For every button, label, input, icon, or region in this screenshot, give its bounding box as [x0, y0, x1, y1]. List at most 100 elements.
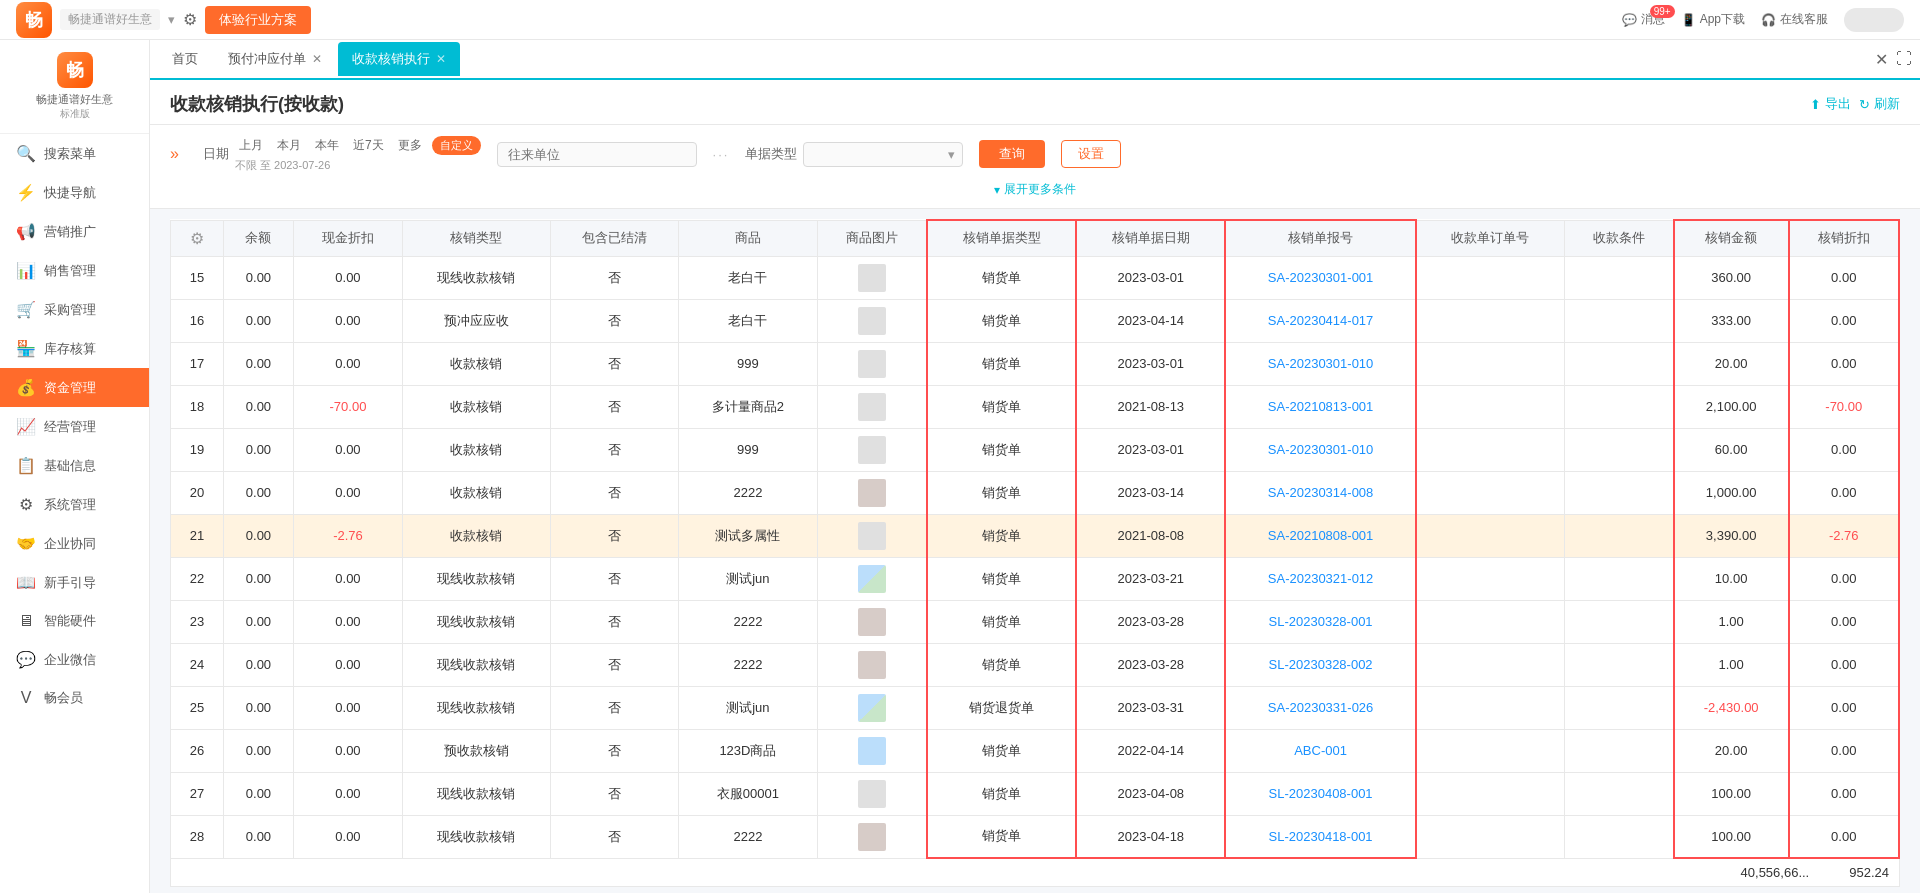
refresh-button[interactable]: ↻ 刷新: [1859, 95, 1900, 113]
cell-bill-report-date: 2023-03-01: [1076, 256, 1225, 299]
cell-cancel-type: 收款核销: [402, 471, 550, 514]
date-more[interactable]: 更多: [394, 135, 426, 156]
cell-cash-discount: -70.00: [294, 385, 403, 428]
bill-report-no-link[interactable]: SA-20230301-010: [1268, 442, 1374, 457]
sidebar-item-system[interactable]: ⚙ 系统管理: [0, 485, 149, 524]
header-actions: ⬆ 导出 ↻ 刷新: [1810, 95, 1900, 113]
cell-bill-report-date: 2021-08-08: [1076, 514, 1225, 557]
cell-row-no: 17: [171, 342, 224, 385]
sidebar-item-quicknav[interactable]: ⚡ 快捷导航: [0, 173, 149, 212]
sidebar-item-hardware[interactable]: 🖥 智能硬件: [0, 602, 149, 640]
app-download-btn[interactable]: 📱 App下载: [1681, 11, 1745, 28]
bill-report-no-link[interactable]: SA-20210808-001: [1268, 528, 1374, 543]
table-row: 15 0.00 0.00 现线收款核销 否 老白干 销货单 2023-03-01…: [171, 256, 1900, 299]
sidebar-item-purchase[interactable]: 🛒 采购管理: [0, 290, 149, 329]
cell-bill-report-date: 2023-04-08: [1076, 772, 1225, 815]
cell-cash-discount: 0.00: [294, 643, 403, 686]
cell-balance: 0.00: [223, 428, 293, 471]
industry-btn[interactable]: 体验行业方案: [205, 6, 311, 34]
brand-name: 畅捷通谱好生意: [60, 9, 160, 30]
sidebar-item-sales[interactable]: 📊 销售管理: [0, 251, 149, 290]
footer-cancel-discount: 952.24: [1849, 865, 1889, 880]
app-icon: 📱: [1681, 13, 1696, 27]
tab-prepayment-label: 预付冲应付单: [228, 50, 306, 68]
cell-goods: 衣服00001: [678, 772, 817, 815]
cell-row-no: 26: [171, 729, 224, 772]
cell-cancel-amount: 1.00: [1674, 600, 1789, 643]
date-label: 日期: [203, 145, 229, 163]
cell-balance: 0.00: [223, 772, 293, 815]
online-service-btn[interactable]: 🎧 在线客服: [1761, 11, 1828, 28]
date-this-month[interactable]: 本月: [273, 135, 305, 156]
minimize-icon[interactable]: ✕: [1875, 50, 1888, 69]
cell-cancel-discount: 0.00: [1789, 686, 1899, 729]
expand-more-btn[interactable]: ▾ 展开更多条件: [994, 181, 1076, 198]
tab-receipt-cancel-label: 收款核销执行: [352, 50, 430, 68]
tab-prepayment[interactable]: 预付冲应付单 ✕: [214, 42, 336, 76]
date-this-year[interactable]: 本年: [311, 135, 343, 156]
cell-include-settled: 否: [550, 342, 678, 385]
sidebar-item-collab[interactable]: 🤝 企业协同: [0, 524, 149, 563]
cell-goods: 123D商品: [678, 729, 817, 772]
date-7-days[interactable]: 近7天: [349, 135, 388, 156]
cell-row-no: 18: [171, 385, 224, 428]
sidebar-item-member[interactable]: V 畅会员: [0, 679, 149, 717]
sidebar-item-operations[interactable]: 📈 经营管理: [0, 407, 149, 446]
sidebar-item-label: 系统管理: [44, 496, 96, 514]
col-settings-header: ⚙: [171, 220, 224, 256]
cell-cash-discount: 0.00: [294, 471, 403, 514]
bill-report-no-link[interactable]: SA-20230301-010: [1268, 356, 1374, 371]
member-icon: V: [16, 689, 36, 707]
sidebar-item-guide[interactable]: 📖 新手引导: [0, 563, 149, 602]
tab-home[interactable]: 首页: [158, 42, 212, 76]
tab-receipt-cancel[interactable]: 收款核销执行 ✕: [338, 42, 460, 76]
bill-report-no-link[interactable]: SL-20230328-001: [1269, 614, 1373, 629]
bill-report-no-link[interactable]: SA-20230301-001: [1268, 270, 1374, 285]
bill-report-no-link[interactable]: ABC-001: [1294, 743, 1347, 758]
cell-bill-report-date: 2023-04-14: [1076, 299, 1225, 342]
cell-goods: 测试多属性: [678, 514, 817, 557]
bill-report-no-link[interactable]: SA-20230314-008: [1268, 485, 1374, 500]
sidebar-item-finance[interactable]: 💰 资金管理: [0, 368, 149, 407]
cell-cash-discount: 0.00: [294, 772, 403, 815]
date-custom[interactable]: 自定义: [432, 136, 481, 155]
sidebar-item-marketing[interactable]: 📢 营销推广: [0, 212, 149, 251]
cell-include-settled: 否: [550, 686, 678, 729]
sidebar-item-label: 搜索菜单: [44, 145, 96, 163]
sidebar-item-inventory[interactable]: 🏪 库存核算: [0, 329, 149, 368]
bill-report-no-link[interactable]: SA-20230331-026: [1268, 700, 1374, 715]
tab-prepayment-close[interactable]: ✕: [312, 52, 322, 66]
export-button[interactable]: ⬆ 导出: [1810, 95, 1851, 113]
settings-button[interactable]: 设置: [1061, 140, 1121, 168]
sidebar-item-basic-info[interactable]: 📋 基础信息: [0, 446, 149, 485]
cell-receipt-order-no: [1416, 686, 1564, 729]
bill-report-no-link[interactable]: SL-20230408-001: [1269, 786, 1373, 801]
filter-bar: » 日期 上月 本月 本年 近7天 更多 自定义 不限 至 2023-07-26: [150, 125, 1920, 209]
partner-input[interactable]: [497, 142, 697, 167]
maximize-icon[interactable]: ⛶: [1896, 50, 1912, 68]
query-button[interactable]: 查询: [979, 140, 1045, 168]
bill-report-no-link[interactable]: SL-20230418-001: [1269, 829, 1373, 844]
message-btn[interactable]: 💬 消息 99+: [1622, 11, 1665, 28]
cell-goods: 老白干: [678, 256, 817, 299]
tab-receipt-cancel-close[interactable]: ✕: [436, 52, 446, 66]
bill-report-no-link[interactable]: SA-20230321-012: [1268, 571, 1374, 586]
bill-report-no-link[interactable]: SL-20230328-002: [1269, 657, 1373, 672]
guide-icon: 📖: [16, 573, 36, 592]
sidebar-item-wechat[interactable]: 💬 企业微信: [0, 640, 149, 679]
expand-left-btn[interactable]: »: [170, 145, 179, 163]
col-settings-icon[interactable]: ⚙: [190, 230, 204, 247]
date-prev-month[interactable]: 上月: [235, 135, 267, 156]
sidebar-item-label: 企业微信: [44, 651, 96, 669]
cell-cancel-type: 现线收款核销: [402, 815, 550, 858]
bill-report-no-link[interactable]: SA-20230414-017: [1268, 313, 1374, 328]
sidebar-item-search[interactable]: 🔍 搜索菜单: [0, 134, 149, 173]
chevron-icon[interactable]: ▾: [168, 12, 175, 27]
cell-cancel-amount: 60.00: [1674, 428, 1789, 471]
table-row: 16 0.00 0.00 预冲应应收 否 老白干 销货单 2023-04-14 …: [171, 299, 1900, 342]
bill-report-no-link[interactable]: SA-20210813-001: [1268, 399, 1374, 414]
gear-icon[interactable]: ⚙: [183, 10, 197, 29]
bill-type-select[interactable]: 销货单 销货退货单: [803, 142, 963, 167]
user-avatar[interactable]: [1844, 8, 1904, 32]
sidebar: 畅 畅捷通谱好生意 标准版 🔍 搜索菜单 ⚡ 快捷导航 📢 营销推广 📊 销售管…: [0, 40, 150, 893]
